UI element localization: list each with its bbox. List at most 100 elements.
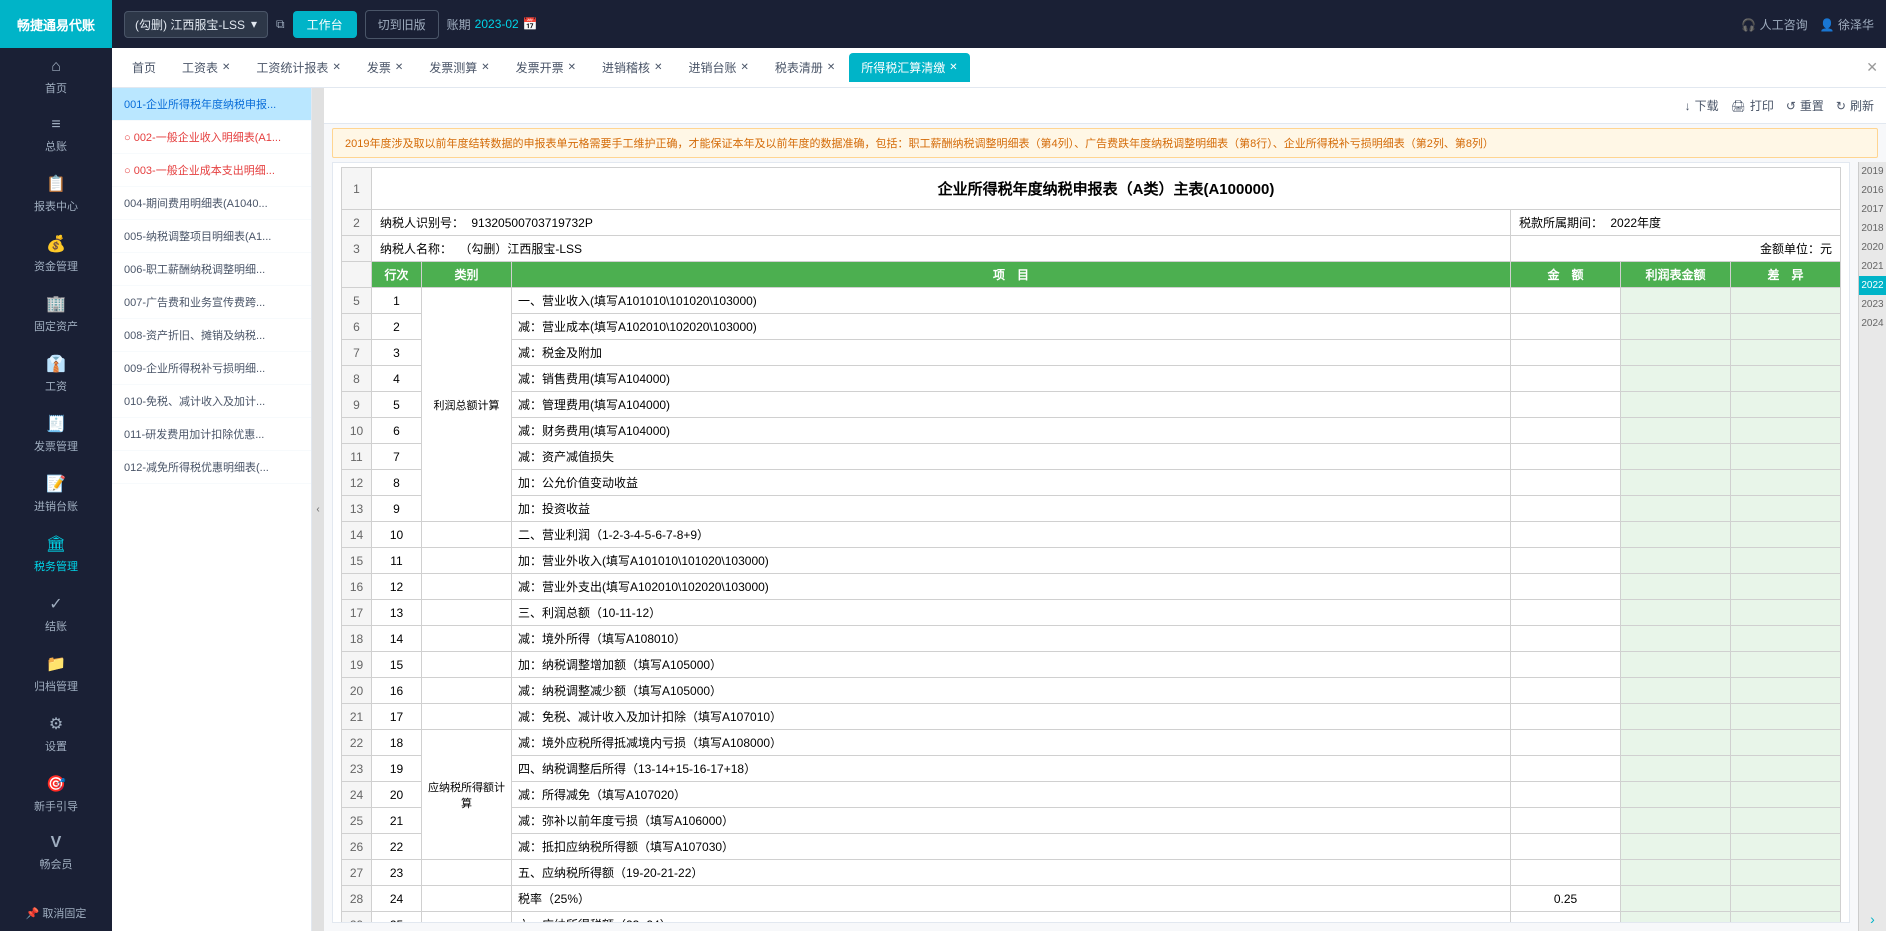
- cell-profit-21[interactable]: [1621, 808, 1731, 834]
- year-2022[interactable]: 2022: [1859, 276, 1886, 295]
- cell-seq-5[interactable]: 5: [372, 392, 422, 418]
- year-panel-toggle[interactable]: ›: [1866, 907, 1879, 931]
- cell-seq-25[interactable]: 25: [372, 912, 422, 924]
- cell-profit-6[interactable]: [1621, 418, 1731, 444]
- cell-diff-5[interactable]: [1731, 392, 1841, 418]
- cell-profit-11[interactable]: [1621, 548, 1731, 574]
- collapse-button[interactable]: ‹: [312, 88, 324, 931]
- cell-diff-19[interactable]: [1731, 756, 1841, 782]
- cell-diff-10[interactable]: [1731, 522, 1841, 548]
- sidebar-item-general-ledger[interactable]: ≡ 总账: [0, 106, 112, 164]
- cell-amount-2[interactable]: [1511, 314, 1621, 340]
- cell-profit-4[interactable]: [1621, 366, 1731, 392]
- cell-seq-15[interactable]: 15: [372, 652, 422, 678]
- cell-amount-19[interactable]: [1511, 756, 1621, 782]
- tab-tax-list[interactable]: 税表清册 ✕: [763, 53, 847, 82]
- sidebar-item-archive[interactable]: 📁 归档管理: [0, 644, 112, 704]
- refresh-button[interactable]: ↻ 刷新: [1836, 97, 1874, 114]
- cell-diff-20[interactable]: [1731, 782, 1841, 808]
- tab-close-icon[interactable]: ✕: [332, 62, 340, 73]
- cell-diff-24[interactable]: [1731, 886, 1841, 912]
- cell-seq-17[interactable]: 17: [372, 704, 422, 730]
- year-2023[interactable]: 2023: [1859, 295, 1885, 314]
- tab-salary[interactable]: 工资表 ✕: [170, 53, 242, 82]
- cell-amount-9[interactable]: [1511, 496, 1621, 522]
- cell-amount-5[interactable]: [1511, 392, 1621, 418]
- cell-amount-23[interactable]: [1511, 860, 1621, 886]
- download-button[interactable]: ↓ 下载: [1685, 97, 1719, 114]
- cell-seq-9[interactable]: 9: [372, 496, 422, 522]
- cell-seq-3[interactable]: 3: [372, 340, 422, 366]
- sidebar-item-invoice[interactable]: 🧾 发票管理: [0, 404, 112, 464]
- sidebar-item-report-center[interactable]: 📋 报表中心: [0, 164, 112, 224]
- cell-profit-24[interactable]: [1621, 886, 1731, 912]
- reset-button[interactable]: ↺ 重置: [1786, 97, 1824, 114]
- cell-seq-19[interactable]: 19: [372, 756, 422, 782]
- ai-consult-button[interactable]: 🎧 人工咨询: [1741, 16, 1807, 33]
- cell-amount-20[interactable]: [1511, 782, 1621, 808]
- cell-seq-11[interactable]: 11: [372, 548, 422, 574]
- sidebar-item-home[interactable]: ⌂ 首页: [0, 48, 112, 106]
- cell-seq-22[interactable]: 22: [372, 834, 422, 860]
- cell-profit-19[interactable]: [1621, 756, 1731, 782]
- cell-amount-3[interactable]: [1511, 340, 1621, 366]
- cell-diff-18[interactable]: [1731, 730, 1841, 756]
- cell-diff-25[interactable]: [1731, 912, 1841, 924]
- year-2016[interactable]: 2016: [1859, 181, 1885, 200]
- cell-profit-2[interactable]: [1621, 314, 1731, 340]
- calendar-icon[interactable]: 📅: [523, 17, 538, 31]
- cell-diff-15[interactable]: [1731, 652, 1841, 678]
- left-panel-item-005[interactable]: 005-纳税调整项目明细表(A1...: [112, 220, 311, 253]
- sidebar-item-salary[interactable]: 👔 工资: [0, 344, 112, 404]
- cell-profit-7[interactable]: [1621, 444, 1731, 470]
- sidebar-item-guide[interactable]: 🎯 新手引导: [0, 764, 112, 824]
- cell-diff-22[interactable]: [1731, 834, 1841, 860]
- tab-close-icon[interactable]: ✕: [827, 62, 835, 73]
- cell-amount-8[interactable]: [1511, 470, 1621, 496]
- cell-profit-9[interactable]: [1621, 496, 1731, 522]
- cell-seq-23[interactable]: 23: [372, 860, 422, 886]
- cell-profit-25[interactable]: [1621, 912, 1731, 924]
- cell-profit-1[interactable]: [1621, 288, 1731, 314]
- cell-amount-17[interactable]: [1511, 704, 1621, 730]
- cell-profit-18[interactable]: [1621, 730, 1731, 756]
- cell-seq-21[interactable]: 21: [372, 808, 422, 834]
- cell-seq-2[interactable]: 2: [372, 314, 422, 340]
- cell-diff-7[interactable]: [1731, 444, 1841, 470]
- tab-close-icon[interactable]: ✕: [568, 62, 576, 73]
- tab-purchase-ledger[interactable]: 进销台账 ✕: [676, 53, 760, 82]
- left-panel-item-002[interactable]: ○ 002-一般企业收入明细表(A1...: [112, 121, 311, 154]
- cell-amount-21[interactable]: [1511, 808, 1621, 834]
- cell-diff-23[interactable]: [1731, 860, 1841, 886]
- tab-invoice-calc[interactable]: 发票测算 ✕: [417, 53, 501, 82]
- cell-amount-16[interactable]: [1511, 678, 1621, 704]
- left-panel-item-001[interactable]: 001-企业所得税年度纳税申报...: [112, 88, 311, 121]
- left-panel-item-004[interactable]: 004-期间费用明细表(A1040...: [112, 187, 311, 220]
- cell-amount-10[interactable]: [1511, 522, 1621, 548]
- cell-seq-14[interactable]: 14: [372, 626, 422, 652]
- cell-amount-6[interactable]: [1511, 418, 1621, 444]
- left-panel-item-003[interactable]: ○ 003-一般企业成本支出明细...: [112, 154, 311, 187]
- tab-close-icon[interactable]: ✕: [395, 62, 403, 73]
- sidebar-item-tax-management[interactable]: 🏛 税务管理: [0, 524, 112, 584]
- cell-diff-17[interactable]: [1731, 704, 1841, 730]
- cell-profit-20[interactable]: [1621, 782, 1731, 808]
- cell-seq-1[interactable]: 1: [372, 288, 422, 314]
- cell-amount-14[interactable]: [1511, 626, 1621, 652]
- cell-diff-12[interactable]: [1731, 574, 1841, 600]
- cell-diff-21[interactable]: [1731, 808, 1841, 834]
- year-2024[interactable]: 2024: [1859, 314, 1885, 333]
- cell-seq-20[interactable]: 20: [372, 782, 422, 808]
- year-2017[interactable]: 2017: [1859, 200, 1885, 219]
- workbench-button[interactable]: 工作台: [293, 11, 357, 38]
- tab-income-tax[interactable]: 所得税汇算清缴 ✕: [849, 53, 969, 82]
- sidebar-item-finance[interactable]: 💰 资金管理: [0, 224, 112, 284]
- sidebar-item-settings[interactable]: ⚙ 设置: [0, 704, 112, 764]
- cell-profit-12[interactable]: [1621, 574, 1731, 600]
- spreadsheet-container[interactable]: 1 企业所得税年度纳税申报表（A类）主表(A100000) 2 纳税人识别号： …: [332, 162, 1850, 923]
- cell-diff-4[interactable]: [1731, 366, 1841, 392]
- cell-amount-1[interactable]: [1511, 288, 1621, 314]
- cell-amount-13[interactable]: [1511, 600, 1621, 626]
- cell-seq-18[interactable]: 18: [372, 730, 422, 756]
- cell-amount-4[interactable]: [1511, 366, 1621, 392]
